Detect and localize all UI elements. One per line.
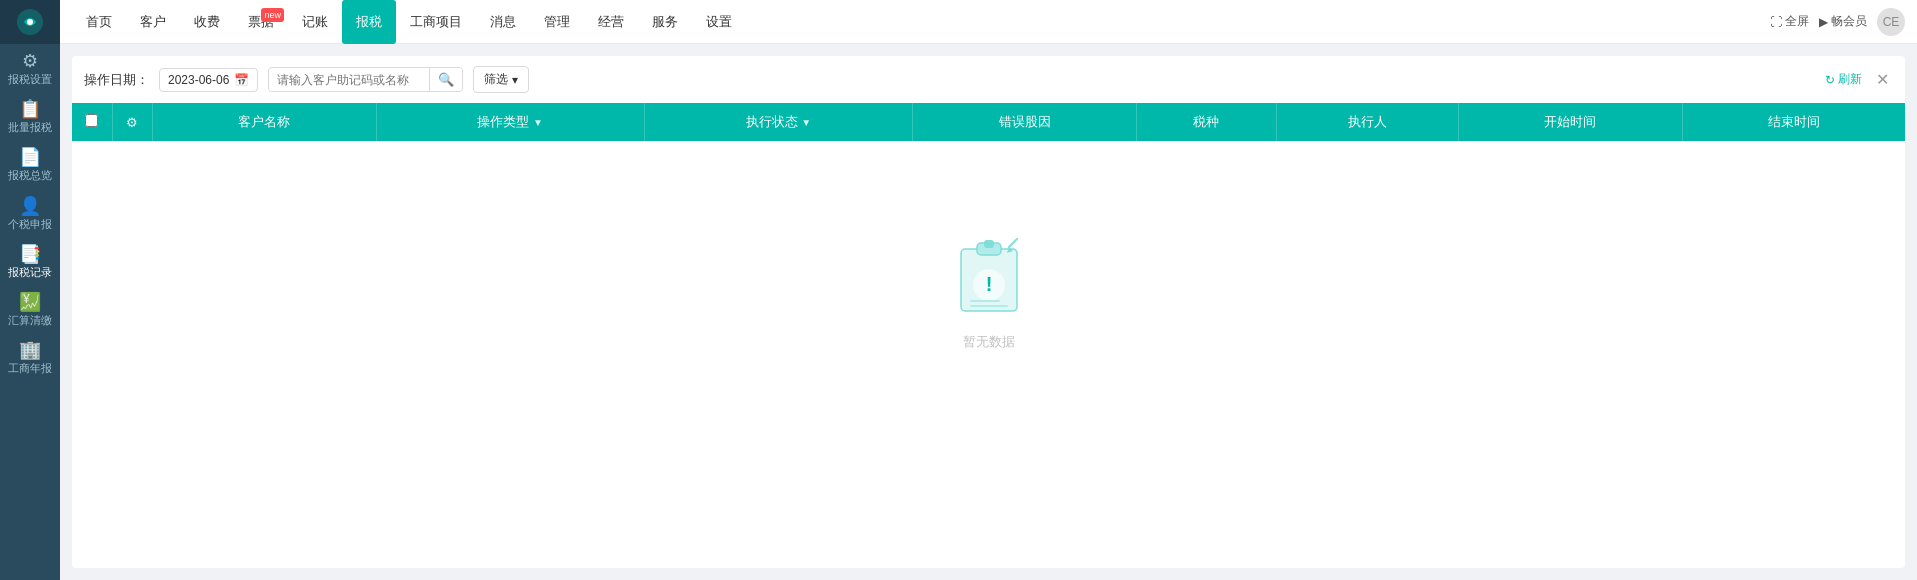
new-badge: new bbox=[261, 8, 284, 22]
th-tax-type: 税种 bbox=[1137, 103, 1277, 141]
nav-item-customer[interactable]: 客户 bbox=[126, 0, 180, 44]
topnav: 首页 客户 收费 票据 new 记账 报税 工商项目 消息 bbox=[60, 0, 1917, 44]
sidebar-item-label: 个税申报 bbox=[8, 218, 52, 231]
refresh-button[interactable]: ↻ 刷新 bbox=[1825, 71, 1862, 88]
nav-item-services[interactable]: 服务 bbox=[638, 0, 692, 44]
toolbar: 操作日期： 2023-06-06 📅 🔍 筛选 ▾ bbox=[72, 56, 1905, 103]
sidebar-item-label: 报税设置 bbox=[8, 73, 52, 86]
nav-item-operations[interactable]: 经营 bbox=[584, 0, 638, 44]
svg-point-1 bbox=[27, 19, 33, 25]
nav-item-homepage[interactable]: 首页 bbox=[72, 0, 126, 44]
annual-report-icon: 🏢 bbox=[19, 341, 41, 359]
settlement-icon: 💹 bbox=[19, 293, 41, 311]
sidebar-item-huisuan-jiaona[interactable]: 💹 汇算清缴 bbox=[0, 285, 60, 333]
sidebar-item-baoshui-jilu[interactable]: 📑 报税记录 bbox=[0, 237, 60, 285]
search-icon: 🔍 bbox=[438, 72, 454, 87]
svg-line-7 bbox=[1009, 239, 1017, 247]
th-settings[interactable]: ⚙ bbox=[112, 103, 152, 141]
sidebar-item-baoshui-zonglan[interactable]: 📄 报税总览 bbox=[0, 140, 60, 188]
sidebar-item-label: 批量报税 bbox=[8, 121, 52, 134]
select-all-checkbox[interactable] bbox=[85, 114, 98, 127]
sidebar-item-label: 报税总览 bbox=[8, 169, 52, 182]
th-start-time: 开始时间 bbox=[1458, 103, 1682, 141]
svg-rect-4 bbox=[984, 240, 994, 248]
table-header: ⚙ 客户名称 操作类型 ▼ 执行状态 bbox=[72, 103, 1905, 141]
filter-button[interactable]: 筛选 ▾ bbox=[473, 66, 529, 93]
th-exec-status: 执行状态 ▼ bbox=[644, 103, 912, 141]
avatar[interactable]: CE bbox=[1877, 8, 1905, 36]
th-customer-name: 客户名称 bbox=[152, 103, 376, 141]
sidebar: ⚙ 报税设置 📋 批量报税 📄 报税总览 👤 个税申报 📑 报税记录 💹 汇算清… bbox=[0, 0, 60, 580]
search-button[interactable]: 🔍 bbox=[429, 68, 462, 91]
sidebar-item-piliang-baoshui[interactable]: 📋 批量报税 bbox=[0, 92, 60, 140]
table-container: 操作日期： 2023-06-06 📅 🔍 筛选 ▾ bbox=[72, 56, 1905, 568]
svg-text:!: ! bbox=[985, 273, 992, 295]
calendar-icon: 📅 bbox=[234, 73, 249, 87]
main-area: 首页 客户 收费 票据 new 记账 报税 工商项目 消息 bbox=[60, 0, 1917, 580]
vip-icon: ▶ bbox=[1819, 15, 1828, 29]
close-button[interactable]: ✕ bbox=[1872, 70, 1893, 89]
nav-item-billing[interactable]: 收费 bbox=[180, 0, 234, 44]
sidebar-item-label: 汇算清缴 bbox=[8, 314, 52, 327]
nav-item-bookkeeping[interactable]: 记账 bbox=[288, 0, 342, 44]
th-check bbox=[72, 103, 112, 141]
empty-icon: ! bbox=[949, 231, 1029, 321]
th-executor: 执行人 bbox=[1276, 103, 1458, 141]
sidebar-item-gongshang-nianbao[interactable]: 🏢 工商年报 bbox=[0, 333, 60, 381]
sidebar-item-label: 报税记录 bbox=[8, 266, 52, 279]
nav-item-tax-report[interactable]: 报税 bbox=[342, 0, 396, 44]
topnav-right: ⛶ 全屏 ▶ 畅会员 CE bbox=[1770, 8, 1905, 36]
data-table: ⚙ 客户名称 操作类型 ▼ 执行状态 bbox=[72, 103, 1905, 141]
date-label: 操作日期： bbox=[84, 71, 149, 89]
date-input[interactable]: 2023-06-06 📅 bbox=[159, 68, 258, 92]
chevron-down-icon: ▾ bbox=[512, 73, 518, 87]
filter-icon: ▼ bbox=[533, 117, 543, 128]
nav-item-messages[interactable]: 消息 bbox=[476, 0, 530, 44]
topnav-items: 首页 客户 收费 票据 new 记账 报税 工商项目 消息 bbox=[72, 0, 1770, 44]
personal-tax-icon: 👤 bbox=[19, 197, 41, 215]
nav-item-management[interactable]: 管理 bbox=[530, 0, 584, 44]
sidebar-logo[interactable] bbox=[0, 0, 60, 44]
settings-icon: ⚙ bbox=[22, 52, 38, 70]
search-input[interactable] bbox=[269, 69, 429, 91]
nav-item-invoice[interactable]: 票据 new bbox=[234, 0, 288, 44]
record-icon: 📑 bbox=[19, 245, 41, 263]
page-area: 操作日期： 2023-06-06 📅 🔍 筛选 ▾ bbox=[60, 44, 1917, 580]
empty-text: 暂无数据 bbox=[963, 333, 1015, 351]
th-error-reason: 错误股因 bbox=[912, 103, 1136, 141]
nav-item-industry[interactable]: 工商项目 bbox=[396, 0, 476, 44]
batch-tax-icon: 📋 bbox=[19, 100, 41, 118]
vip-button[interactable]: ▶ 畅会员 bbox=[1819, 13, 1867, 30]
table-wrapper: ⚙ 客户名称 操作类型 ▼ 执行状态 bbox=[72, 103, 1905, 568]
th-operation-type: 操作类型 ▼ bbox=[376, 103, 644, 141]
search-box: 🔍 bbox=[268, 67, 463, 92]
filter-icon-2: ▼ bbox=[801, 117, 811, 128]
fullscreen-icon: ⛶ bbox=[1770, 15, 1782, 29]
fullscreen-button[interactable]: ⛶ 全屏 bbox=[1770, 13, 1809, 30]
sidebar-item-baoshui-shezhi[interactable]: ⚙ 报税设置 bbox=[0, 44, 60, 92]
th-end-time: 结束时间 bbox=[1682, 103, 1905, 141]
content: 操作日期： 2023-06-06 📅 🔍 筛选 ▾ bbox=[60, 44, 1917, 580]
sidebar-item-label: 工商年报 bbox=[8, 362, 52, 375]
settings-col-icon: ⚙ bbox=[126, 115, 138, 130]
refresh-icon: ↻ bbox=[1825, 73, 1835, 87]
sidebar-item-geshuisheqing[interactable]: 👤 个税申报 bbox=[0, 189, 60, 237]
overview-icon: 📄 bbox=[19, 148, 41, 166]
empty-state: ! 暂无数据 bbox=[72, 141, 1905, 441]
nav-item-settings[interactable]: 设置 bbox=[692, 0, 746, 44]
